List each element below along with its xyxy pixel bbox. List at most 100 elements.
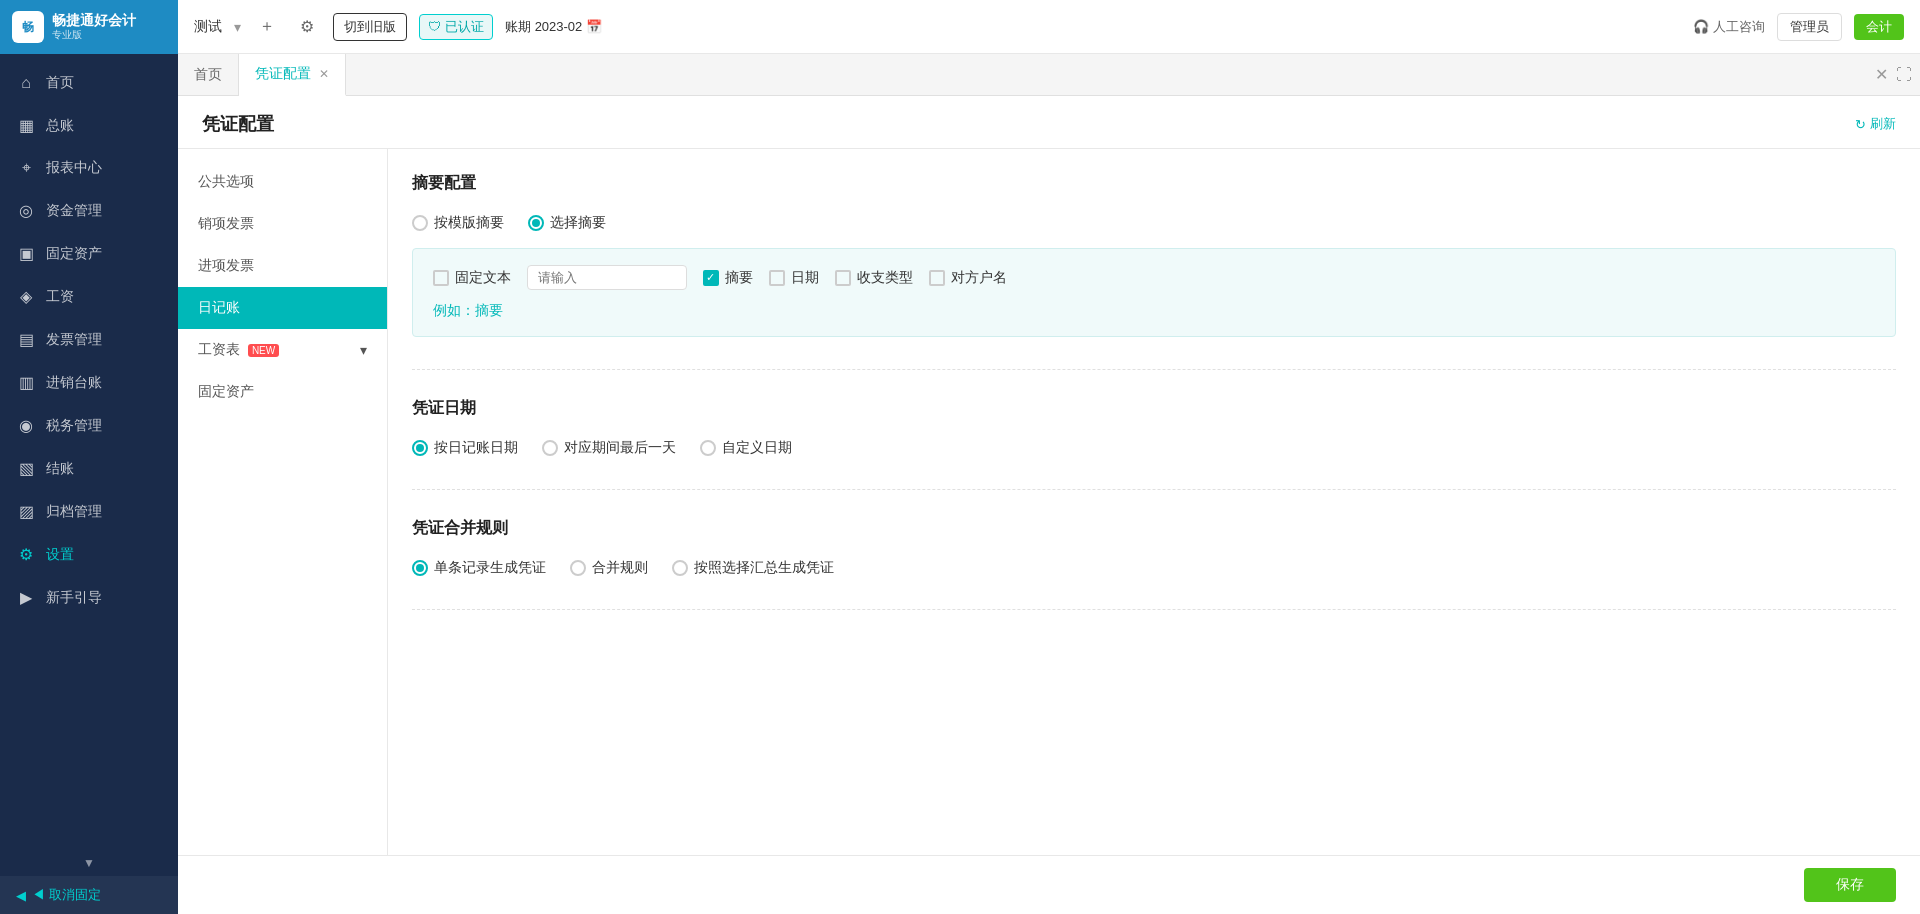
sidebar-item-assets[interactable]: ▣ 固定资产 (0, 232, 178, 275)
summary-radio-template[interactable]: 按模版摘要 (412, 214, 504, 232)
main-area: 测试 ▾ ＋ ⚙ 切到旧版 🛡 已认证 账期 2023-02 📅 🎧 人工咨询 … (178, 0, 1920, 914)
reports-icon: ⌖ (16, 159, 36, 177)
date-radio-group: 按日记账日期 对应期间最后一天 自定义日期 (412, 439, 1896, 457)
sidebar-scroll-down[interactable]: ▼ (0, 850, 178, 876)
sidebar-pin-button[interactable]: ◀ ◀ 取消固定 (0, 876, 178, 914)
merge-radio-rule[interactable]: 合并规则 (570, 559, 648, 577)
page-wrapper: 凭证配置 ↻ 刷新 公共选项 销项发票 进项发票 日记账 (178, 96, 1920, 914)
new-badge: NEW (248, 344, 279, 357)
company-dropdown-icon[interactable]: ▾ (234, 19, 241, 35)
merge-radio-single[interactable]: 单条记录生成凭证 (412, 559, 546, 577)
summary-checkbox[interactable]: 摘要 (703, 269, 753, 287)
accountant-button[interactable]: 会计 (1854, 14, 1904, 40)
tab-bar: 首页 凭证配置 ✕ ✕ ⛶ (178, 54, 1920, 96)
period-last-radio-input[interactable] (542, 440, 558, 456)
sidebar-item-funds[interactable]: ◎ 资金管理 (0, 189, 178, 232)
sidebar-item-reports[interactable]: ⌖ 报表中心 (0, 147, 178, 189)
select-radio-input[interactable] (528, 215, 544, 231)
date-radio-period-last[interactable]: 对应期间最后一天 (542, 439, 676, 457)
date-radio-journal[interactable]: 按日记账日期 (412, 439, 518, 457)
summary-radio-select[interactable]: 选择摘要 (528, 214, 606, 232)
add-button[interactable]: ＋ (253, 13, 281, 41)
save-button[interactable]: 保存 (1804, 868, 1896, 902)
payroll-icon: ◈ (16, 287, 36, 306)
home-icon: ⌂ (16, 74, 36, 92)
topbar: 测试 ▾ ＋ ⚙ 切到旧版 🛡 已认证 账期 2023-02 📅 🎧 人工咨询 … (178, 0, 1920, 54)
period-label: 账期 2023-02 📅 (505, 18, 602, 36)
tax-icon: ◉ (16, 416, 36, 435)
merge-radio-group: 单条记录生成凭证 合并规则 按照选择汇总生成凭证 (412, 559, 1896, 577)
tab-home[interactable]: 首页 (178, 54, 239, 96)
example-text: 例如：摘要 (433, 302, 1875, 320)
manager-button[interactable]: 管理员 (1777, 13, 1842, 41)
tab-close-icon[interactable]: ✕ (319, 67, 329, 81)
divider-2 (412, 489, 1896, 490)
custom-date-radio-input[interactable] (700, 440, 716, 456)
shield-icon: 🛡 (428, 19, 441, 34)
chevron-down-icon: ▾ (360, 342, 367, 358)
menu-item-fixed-assets[interactable]: 固定资产 (178, 371, 387, 413)
divider-3 (412, 609, 1896, 610)
support-button[interactable]: 🎧 人工咨询 (1693, 18, 1765, 36)
sidebar-item-guide[interactable]: ▶ 新手引导 (0, 576, 178, 619)
tab-fullscreen-button[interactable]: ⛶ (1896, 66, 1912, 84)
certified-badge: 🛡 已认证 (419, 14, 493, 40)
summary-title: 摘要配置 (412, 173, 1896, 194)
archive-icon: ▨ (16, 502, 36, 521)
date-checkbox-input[interactable] (769, 270, 785, 286)
switch-to-old-button[interactable]: 切到旧版 (333, 13, 407, 41)
date-section: 凭证日期 按日记账日期 对应期间最后一天 自定义日期 (412, 398, 1896, 457)
tab-controls: ✕ ⛶ (1875, 65, 1920, 84)
summary-section: 摘要配置 按模版摘要 选择摘要 (412, 173, 1896, 337)
fixed-text-checkbox[interactable]: 固定文本 (433, 269, 511, 287)
payment-type-checkbox[interactable]: 收支类型 (835, 269, 913, 287)
refresh-button[interactable]: ↻ 刷新 (1855, 115, 1896, 133)
tab-voucher-config[interactable]: 凭证配置 ✕ (239, 54, 346, 96)
sidebar-item-settings[interactable]: ⚙ 设置 (0, 533, 178, 576)
date-title: 凭证日期 (412, 398, 1896, 419)
sidebar-item-payroll[interactable]: ◈ 工资 (0, 275, 178, 318)
menu-item-payroll-table[interactable]: 工资表 NEW ▾ (178, 329, 387, 371)
counterpart-checkbox[interactable]: 对方户名 (929, 269, 1007, 287)
summary-checkbox-input[interactable] (703, 270, 719, 286)
sidebar-item-home[interactable]: ⌂ 首页 (0, 62, 178, 104)
single-radio-input[interactable] (412, 560, 428, 576)
menu-item-public[interactable]: 公共选项 (178, 161, 387, 203)
counterpart-checkbox-input[interactable] (929, 270, 945, 286)
menu-item-purchase-invoice[interactable]: 进项发票 (178, 245, 387, 287)
logo-sub: 专业版 (52, 28, 136, 42)
template-radio-input[interactable] (412, 215, 428, 231)
topbar-right: 🎧 人工咨询 管理员 会计 (1693, 13, 1904, 41)
merge-rule-radio-input[interactable] (570, 560, 586, 576)
headset-icon: 🎧 (1693, 19, 1709, 34)
assets-icon: ▣ (16, 244, 36, 263)
fixed-text-input[interactable] (527, 265, 687, 290)
menu-item-sales-invoice[interactable]: 销项发票 (178, 203, 387, 245)
sidebar-item-trade[interactable]: ▥ 进销台账 (0, 361, 178, 404)
menu-item-journal[interactable]: 日记账 (178, 287, 387, 329)
date-checkbox[interactable]: 日期 (769, 269, 819, 287)
ledger-icon: ▦ (16, 116, 36, 135)
settings-button[interactable]: ⚙ (293, 13, 321, 41)
page-header: 凭证配置 ↻ 刷新 (178, 96, 1920, 149)
sidebar-item-tax[interactable]: ◉ 税务管理 (0, 404, 178, 447)
merge-radio-select-all[interactable]: 按照选择汇总生成凭证 (672, 559, 834, 577)
settings-icon: ⚙ (16, 545, 36, 564)
sidebar-nav: ⌂ 首页 ▦ 总账 ⌖ 报表中心 ◎ 资金管理 ▣ 固定资产 ◈ 工资 ▤ 发票… (0, 54, 178, 850)
select-all-radio-input[interactable] (672, 560, 688, 576)
sidebar-item-invoice[interactable]: ▤ 发票管理 (0, 318, 178, 361)
pin-icon: ◀ (16, 888, 26, 903)
sidebar-item-archive[interactable]: ▨ 归档管理 (0, 490, 178, 533)
sidebar-item-ledger[interactable]: ▦ 总账 (0, 104, 178, 147)
date-radio-custom[interactable]: 自定义日期 (700, 439, 792, 457)
tab-close-all-button[interactable]: ✕ (1875, 65, 1888, 84)
logo-icon: 畅 (12, 11, 44, 43)
summary-radio-group: 按模版摘要 选择摘要 (412, 214, 1896, 232)
journal-date-radio-input[interactable] (412, 440, 428, 456)
payment-type-checkbox-input[interactable] (835, 270, 851, 286)
sidebar-item-closing[interactable]: ▧ 结账 (0, 447, 178, 490)
fixed-text-checkbox-input[interactable] (433, 270, 449, 286)
merge-title: 凭证合并规则 (412, 518, 1896, 539)
left-menu: 公共选项 销项发票 进项发票 日记账 工资表 NEW ▾ (178, 149, 388, 855)
closing-icon: ▧ (16, 459, 36, 478)
